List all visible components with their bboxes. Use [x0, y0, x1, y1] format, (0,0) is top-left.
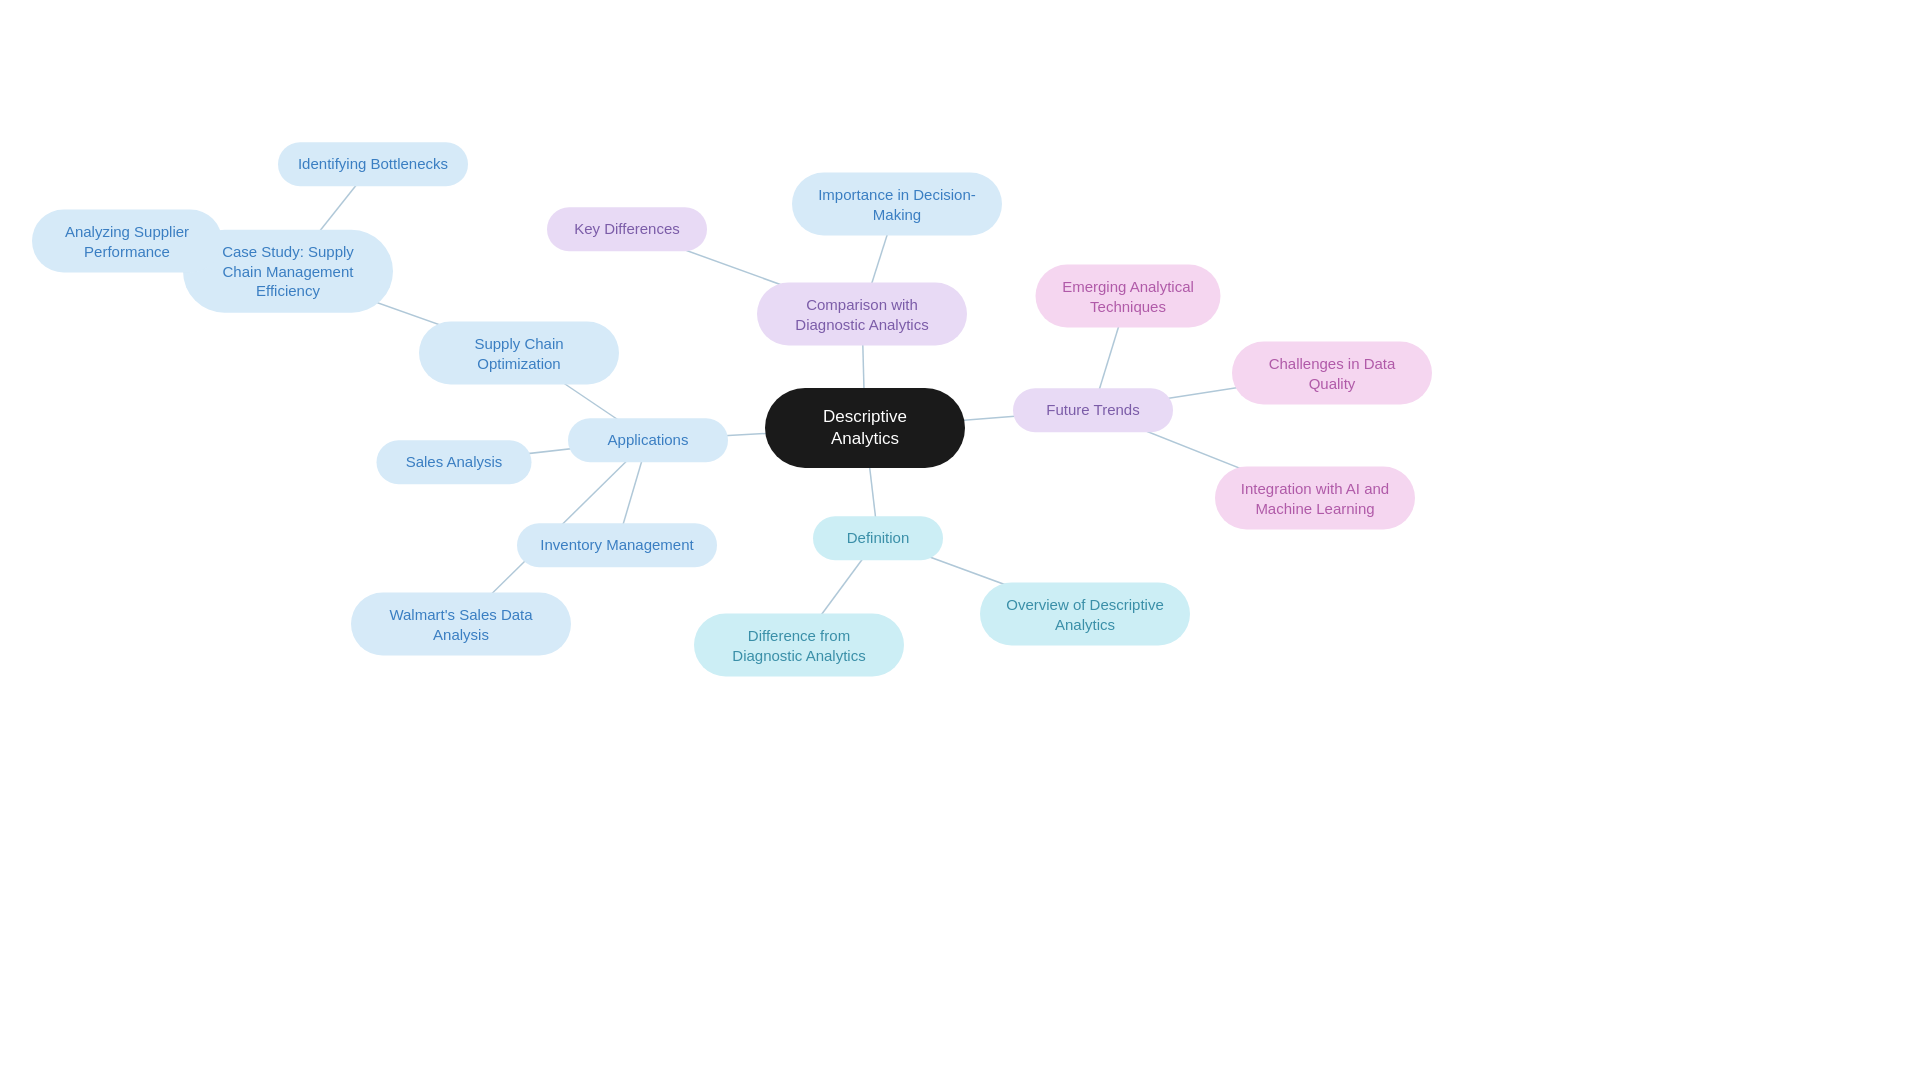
node-applications[interactable]: Applications [568, 418, 728, 462]
mindmap-container: Descriptive Analytics Applications Compari… [0, 0, 1920, 1083]
node-definition[interactable]: Definition [813, 516, 943, 560]
node-walmart[interactable]: Walmart's Sales Data Analysis [351, 593, 571, 656]
node-challenges[interactable]: Challenges in Data Quality [1232, 342, 1432, 405]
node-integration[interactable]: Integration with AI and Machine Learning [1215, 467, 1415, 530]
node-future-trends[interactable]: Future Trends [1013, 388, 1173, 432]
node-supply-chain[interactable]: Supply Chain Optimization [419, 322, 619, 385]
node-difference[interactable]: Difference from Diagnostic Analytics [694, 614, 904, 677]
node-importance[interactable]: Importance in Decision-Making [792, 173, 1002, 236]
node-overview[interactable]: Overview of Descriptive Analytics [980, 583, 1190, 646]
node-inventory[interactable]: Inventory Management [517, 523, 717, 567]
node-emerging[interactable]: Emerging Analytical Techniques [1036, 265, 1221, 328]
node-comparison[interactable]: Comparison with Diagnostic Analytics [757, 283, 967, 346]
node-analyzing[interactable]: Analyzing Supplier Performance [32, 210, 222, 273]
node-identifying[interactable]: Identifying Bottlenecks [278, 142, 468, 186]
node-sales-analysis[interactable]: Sales Analysis [377, 440, 532, 484]
node-key-differences[interactable]: Key Differences [547, 207, 707, 251]
node-center[interactable]: Descriptive Analytics [765, 388, 965, 468]
